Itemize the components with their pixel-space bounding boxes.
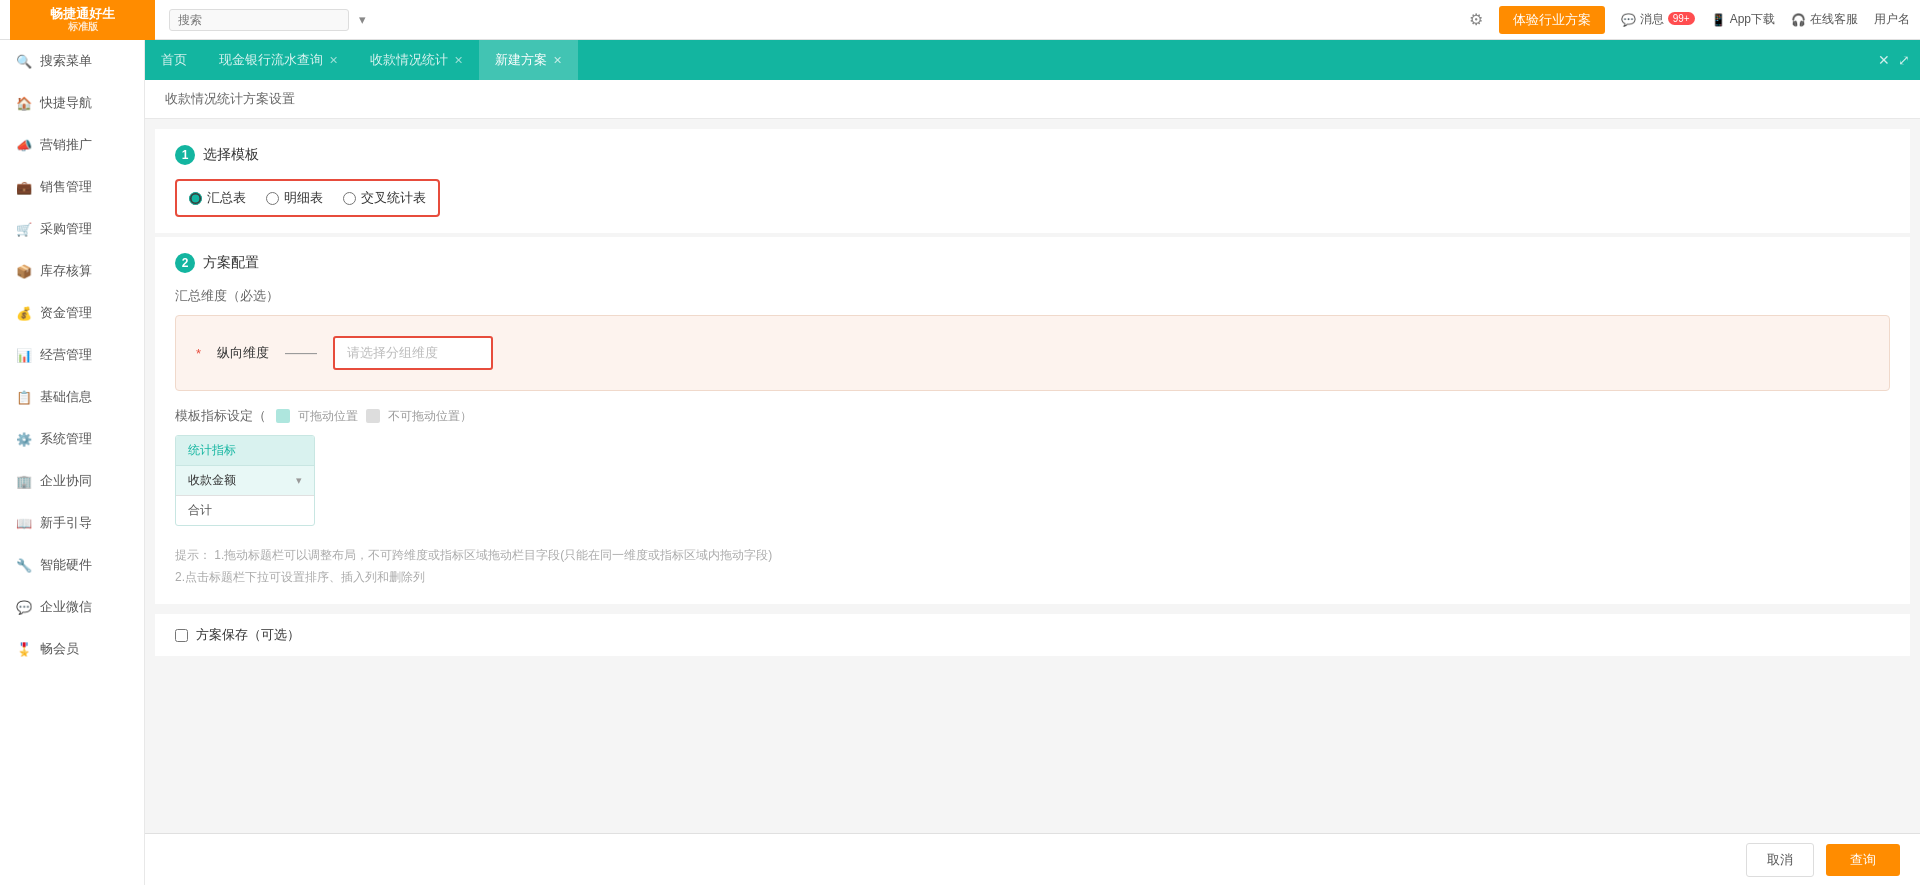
search-input[interactable]: [169, 9, 349, 31]
service-icon: 🎧: [1791, 13, 1806, 27]
save-section: 方案保存（可选）: [155, 614, 1910, 656]
sidebar-item-sales[interactable]: 💼 销售管理: [0, 166, 144, 208]
guide-icon: 📖: [16, 516, 32, 531]
save-label: 方案保存（可选）: [196, 626, 300, 644]
sidebar-item-basic-info[interactable]: 📋 基础信息: [0, 376, 144, 418]
metrics-group-header: 统计指标: [176, 436, 314, 465]
sidebar-item-enterprise[interactable]: 🏢 企业协同: [0, 460, 144, 502]
app-download-btn[interactable]: 📱 App下载: [1711, 11, 1775, 28]
template-summary[interactable]: 汇总表: [189, 189, 246, 207]
system-icon: ⚙️: [16, 432, 32, 447]
dim-arrow: ——: [285, 344, 317, 362]
user-name[interactable]: 用户名: [1874, 11, 1910, 28]
tab-expand-icon[interactable]: ⤢: [1898, 52, 1910, 68]
sales-icon: 💼: [16, 180, 32, 195]
hints: 提示： 1.拖动标题栏可以调整布局，不可跨维度或指标区域拖动栏目字段(只能在同一…: [175, 545, 1890, 588]
section-template: 1 选择模板 汇总表 明细表: [155, 129, 1910, 233]
metrics-col-header[interactable]: 收款金额 ▾: [176, 465, 314, 495]
member-icon: 🎖️: [16, 642, 32, 657]
tab-new-plan-close[interactable]: ✕: [553, 54, 562, 67]
sidebar-item-purchase[interactable]: 🛒 采购管理: [0, 208, 144, 250]
metrics-label: 模板指标设定（ 可拖动位置 不可拖动位置）: [175, 407, 1890, 425]
home-icon: 🏠: [16, 96, 32, 111]
query-button[interactable]: 查询: [1826, 844, 1900, 876]
gear-icon[interactable]: ⚙: [1469, 10, 1483, 29]
sidebar-item-system[interactable]: ⚙️ 系统管理: [0, 418, 144, 460]
basic-info-icon: 📋: [16, 390, 32, 405]
download-icon: 📱: [1711, 13, 1726, 27]
industry-btn[interactable]: 体验行业方案: [1499, 6, 1605, 34]
tab-close-all-icon[interactable]: ✕: [1878, 52, 1890, 68]
template-cross[interactable]: 交叉统计表: [343, 189, 426, 207]
wechat-icon: 💬: [16, 600, 32, 615]
sidebar-item-search[interactable]: 🔍 搜索菜单: [0, 40, 144, 82]
sidebar-item-guide[interactable]: 📖 新手引导: [0, 502, 144, 544]
section1-number: 1: [175, 145, 195, 165]
vertical-dim-label: 纵向维度: [217, 344, 269, 362]
message-icon: 💬: [1621, 13, 1636, 27]
sidebar-item-management[interactable]: 📊 经营管理: [0, 334, 144, 376]
sidebar-item-wechat[interactable]: 💬 企业微信: [0, 586, 144, 628]
dim-select[interactable]: 请选择分组维度: [333, 336, 493, 370]
sidebar-item-member[interactable]: 🎖️ 畅会员: [0, 628, 144, 670]
search-icon: 🔍: [16, 54, 32, 69]
notifications-btn[interactable]: 💬 消息 99+: [1621, 11, 1695, 28]
hardware-icon: 🔧: [16, 558, 32, 573]
sidebar-item-quicknav[interactable]: 🏠 快捷导航: [0, 82, 144, 124]
breadcrumb: 收款情况统计方案设置: [145, 80, 1920, 119]
bottom-bar: 取消 查询: [145, 833, 1920, 885]
section2-title: 方案配置: [203, 254, 259, 272]
finance-icon: 💰: [16, 306, 32, 321]
sidebar-item-hardware[interactable]: 🔧 智能硬件: [0, 544, 144, 586]
metrics-table: 统计指标 收款金额 ▾ 合计: [175, 435, 315, 526]
app-logo: 畅捷通好生 标准版: [10, 0, 155, 40]
cancel-button[interactable]: 取消: [1746, 843, 1814, 877]
template-selector: 汇总表 明细表 交叉统计表: [175, 179, 440, 217]
inventory-icon: 📦: [16, 264, 32, 279]
purchase-icon: 🛒: [16, 222, 32, 237]
section2-number: 2: [175, 253, 195, 273]
dimension-box: * 纵向维度 —— 请选择分组维度: [175, 315, 1890, 391]
draggable-dot: [276, 409, 290, 423]
sidebar: 🔍 搜索菜单 🏠 快捷导航 📣 营销推广 💼 销售管理 🛒 采购管理 📦: [0, 40, 145, 885]
management-icon: 📊: [16, 348, 32, 363]
sidebar-item-inventory[interactable]: 📦 库存核算: [0, 250, 144, 292]
online-service-btn[interactable]: 🎧 在线客服: [1791, 11, 1858, 28]
tab-cashflow[interactable]: 现金银行流水查询 ✕: [203, 40, 354, 80]
metrics-total-cell: 合计: [176, 495, 314, 525]
sidebar-item-marketing[interactable]: 📣 营销推广: [0, 124, 144, 166]
dimension-label: 汇总维度（必选）: [175, 287, 1890, 305]
tab-cashflow-close[interactable]: ✕: [329, 54, 338, 67]
page-content: 收款情况统计方案设置 1 选择模板 汇总表: [145, 80, 1920, 885]
tab-bar: 首页 现金银行流水查询 ✕ 收款情况统计 ✕ 新建方案 ✕ ✕ ⤢: [145, 40, 1920, 80]
draggable-legend: 可拖动位置 不可拖动位置）: [276, 408, 472, 425]
tab-receipts-close[interactable]: ✕: [454, 54, 463, 67]
enterprise-icon: 🏢: [16, 474, 32, 489]
save-checkbox[interactable]: [175, 629, 188, 642]
dropdown-icon[interactable]: ▾: [359, 12, 366, 27]
section-plan-config: 2 方案配置 汇总维度（必选） * 纵向维度 —— 请选择分组维度: [155, 237, 1910, 604]
non-draggable-dot: [366, 409, 380, 423]
marketing-icon: 📣: [16, 138, 32, 153]
col-dropdown-icon[interactable]: ▾: [296, 474, 302, 487]
tab-home[interactable]: 首页: [145, 40, 203, 80]
section1-title: 选择模板: [203, 146, 259, 164]
template-detail[interactable]: 明细表: [266, 189, 323, 207]
tab-receipts[interactable]: 收款情况统计 ✕: [354, 40, 479, 80]
tab-new-plan[interactable]: 新建方案 ✕: [479, 40, 578, 80]
required-mark: *: [196, 346, 201, 361]
sidebar-item-finance[interactable]: 💰 资金管理: [0, 292, 144, 334]
